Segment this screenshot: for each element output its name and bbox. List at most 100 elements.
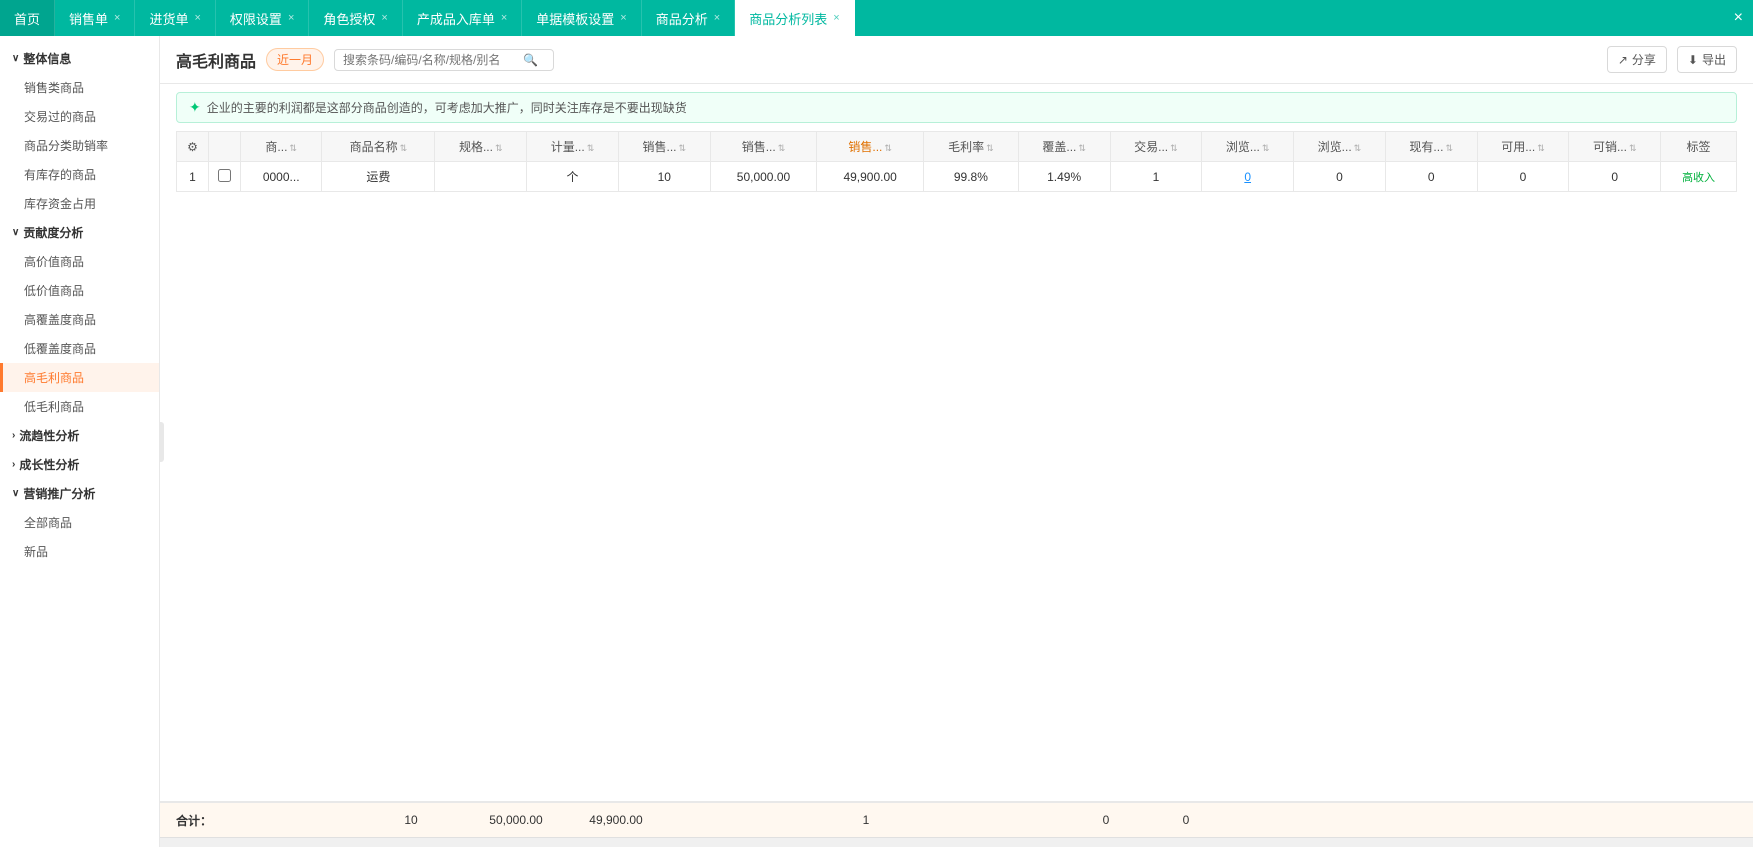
cell-sales-amount: 50,000.00 bbox=[710, 162, 817, 192]
col-spec[interactable]: 规格...⇅ bbox=[435, 132, 527, 162]
info-icon: ✦ bbox=[189, 99, 201, 116]
arrow-growth: › bbox=[12, 459, 15, 470]
col-margin-rate[interactable]: 毛利率⇅ bbox=[923, 132, 1018, 162]
footer-sales-amount: 50,000.00 bbox=[466, 813, 566, 827]
sidebar-item-stock-capital[interactable]: 库存资金占用 bbox=[0, 189, 159, 218]
sidebar-group-overall[interactable]: ∨ 整体信息 bbox=[0, 44, 159, 73]
export-icon: ⬇ bbox=[1688, 53, 1698, 67]
sidebar-item-traded-goods[interactable]: 交易过的商品 bbox=[0, 102, 159, 131]
cell-browse2: 0 bbox=[1294, 162, 1386, 192]
col-unit[interactable]: 计量...⇅ bbox=[527, 132, 619, 162]
nav-product-analysis[interactable]: 商品分析 × bbox=[642, 0, 735, 36]
filter-recent-month[interactable]: 近一月 bbox=[266, 48, 324, 71]
close-all-tabs[interactable]: × bbox=[1734, 9, 1743, 27]
sidebar-item-low-margin[interactable]: 低毛利商品 bbox=[0, 392, 159, 421]
sidebar-group-trend[interactable]: › 流趋性分析 bbox=[0, 421, 159, 450]
col-sales-amount[interactable]: 销售...⇅ bbox=[710, 132, 817, 162]
col-tag: 标签 bbox=[1661, 132, 1737, 162]
sidebar: ∨ 整体信息 销售类商品 交易过的商品 商品分类助销率 有库存的商品 库存资金占… bbox=[0, 36, 160, 847]
sidebar-item-sales-goods[interactable]: 销售类商品 bbox=[0, 73, 159, 102]
cell-sales-cost: 49,900.00 bbox=[817, 162, 924, 192]
close-role[interactable]: × bbox=[381, 12, 387, 24]
bottom-scrollbar[interactable] bbox=[160, 837, 1753, 847]
footer-total: 合计： 10 50,000.00 49,900.00 1 0 0 bbox=[160, 801, 1753, 837]
sidebar-item-low-coverage[interactable]: 低覆盖度商品 bbox=[0, 334, 159, 363]
nav-role[interactable]: 角色授权 × bbox=[309, 0, 402, 36]
close-product-inbound[interactable]: × bbox=[501, 12, 507, 24]
cell-checkbox[interactable] bbox=[209, 162, 241, 192]
footer-available-stock: 0 bbox=[1146, 813, 1226, 827]
sidebar-collapse-btn[interactable]: « bbox=[160, 422, 164, 462]
col-browse1[interactable]: 浏览...⇅ bbox=[1202, 132, 1294, 162]
sidebar-group-marketing[interactable]: ∨ 营销推广分析 bbox=[0, 479, 159, 508]
nav-template-settings[interactable]: 单据模板设置 × bbox=[522, 0, 641, 36]
arrow-overall: ∨ bbox=[12, 53, 19, 64]
sidebar-item-all-goods[interactable]: 全部商品 bbox=[0, 508, 159, 537]
close-sales-order[interactable]: × bbox=[114, 12, 120, 24]
nav-product-analysis-list[interactable]: 商品分析列表 × bbox=[735, 0, 854, 36]
content-header: « 高毛利商品 近一月 🔍 ↗ 分享 ⬇ 导出 bbox=[160, 36, 1753, 84]
nav-sales-order[interactable]: 销售单 × bbox=[55, 0, 135, 36]
sidebar-item-high-value[interactable]: 高价值商品 bbox=[0, 247, 159, 276]
sidebar-item-low-value[interactable]: 低价值商品 bbox=[0, 276, 159, 305]
table-header-row: ⚙ 商...⇅ 商品名称⇅ 规格...⇅ 计量...⇅ 销售...⇅ 销售...… bbox=[177, 132, 1737, 162]
nav-home[interactable]: 首页 bbox=[0, 0, 55, 36]
close-template-settings[interactable]: × bbox=[620, 12, 626, 24]
close-product-analysis[interactable]: × bbox=[714, 12, 720, 24]
arrow-contribution: ∨ bbox=[12, 227, 19, 238]
search-input[interactable] bbox=[343, 53, 523, 67]
cell-spec bbox=[435, 162, 527, 192]
cell-margin-rate: 99.8% bbox=[923, 162, 1018, 192]
footer-sales-cost: 49,900.00 bbox=[566, 813, 666, 827]
data-table: ⚙ 商...⇅ 商品名称⇅ 规格...⇅ 计量...⇅ 销售...⇅ 销售...… bbox=[176, 131, 1737, 192]
search-icon[interactable]: 🔍 bbox=[523, 53, 538, 67]
search-box: 🔍 bbox=[334, 49, 554, 71]
row-checkbox[interactable] bbox=[218, 169, 231, 182]
sidebar-item-high-margin[interactable]: 高毛利商品 bbox=[0, 363, 159, 392]
nav-product-inbound[interactable]: 产成品入库单 × bbox=[403, 0, 522, 36]
export-button[interactable]: ⬇ 导出 bbox=[1677, 46, 1737, 73]
info-banner: ✦ 企业的主要的利润都是这部分商品创造的，可考虑加大推广，同时关注库存是不要出现… bbox=[176, 92, 1737, 123]
nav-purchase-order[interactable]: 进货单 × bbox=[135, 0, 215, 36]
cell-index: 1 bbox=[177, 162, 209, 192]
arrow-marketing: ∨ bbox=[12, 488, 19, 499]
col-browse2[interactable]: 浏览...⇅ bbox=[1294, 132, 1386, 162]
cell-available-stock: 0 bbox=[1477, 162, 1569, 192]
cell-sellable-stock: 0 bbox=[1569, 162, 1661, 192]
col-code[interactable]: 商...⇅ bbox=[241, 132, 322, 162]
col-coverage[interactable]: 覆盖...⇅ bbox=[1018, 132, 1110, 162]
share-button[interactable]: ↗ 分享 bbox=[1607, 46, 1667, 73]
content-area: « 高毛利商品 近一月 🔍 ↗ 分享 ⬇ 导出 ✦ 企业的主要的利润都是这部分商… bbox=[160, 36, 1753, 847]
cell-coverage: 1.49% bbox=[1018, 162, 1110, 192]
close-permission[interactable]: × bbox=[288, 12, 294, 24]
sidebar-group-growth[interactable]: › 成长性分析 bbox=[0, 450, 159, 479]
footer-current-stock: 0 bbox=[1066, 813, 1146, 827]
col-sellable-stock[interactable]: 可销...⇅ bbox=[1569, 132, 1661, 162]
col-settings[interactable]: ⚙ bbox=[177, 132, 209, 162]
col-checkbox bbox=[209, 132, 241, 162]
close-product-analysis-list[interactable]: × bbox=[833, 12, 839, 24]
close-purchase-order[interactable]: × bbox=[194, 12, 200, 24]
col-sales-qty[interactable]: 销售...⇅ bbox=[618, 132, 710, 162]
main-layout: ∨ 整体信息 销售类商品 交易过的商品 商品分类助销率 有库存的商品 库存资金占… bbox=[0, 36, 1753, 847]
top-nav: 首页 销售单 × 进货单 × 权限设置 × 角色授权 × 产成品入库单 × 单据… bbox=[0, 0, 1753, 36]
cell-browse1[interactable]: 0 bbox=[1202, 162, 1294, 192]
footer-transaction: 1 bbox=[826, 813, 906, 827]
col-transaction[interactable]: 交易...⇅ bbox=[1110, 132, 1202, 162]
table-row: 1 0000... 运费 个 10 50,000.00 49,900.00 99… bbox=[177, 162, 1737, 192]
share-icon: ↗ bbox=[1618, 53, 1628, 67]
total-label: 合计： bbox=[176, 812, 356, 829]
col-current-stock[interactable]: 现有...⇅ bbox=[1385, 132, 1477, 162]
page-title: 高毛利商品 bbox=[176, 48, 256, 72]
cell-sales-qty: 10 bbox=[618, 162, 710, 192]
sidebar-item-high-coverage[interactable]: 高覆盖度商品 bbox=[0, 305, 159, 334]
sidebar-item-stocked-goods[interactable]: 有库存的商品 bbox=[0, 160, 159, 189]
col-name[interactable]: 商品名称⇅ bbox=[322, 132, 435, 162]
nav-permission[interactable]: 权限设置 × bbox=[216, 0, 309, 36]
table-container: ⚙ 商...⇅ 商品名称⇅ 规格...⇅ 计量...⇅ 销售...⇅ 销售...… bbox=[160, 131, 1753, 801]
col-available-stock[interactable]: 可用...⇅ bbox=[1477, 132, 1569, 162]
sidebar-group-contribution[interactable]: ∨ 贡献度分析 bbox=[0, 218, 159, 247]
sidebar-item-new-goods[interactable]: 新品 bbox=[0, 537, 159, 566]
col-sales-cost[interactable]: 销售...⇅ bbox=[817, 132, 924, 162]
sidebar-item-category-rate[interactable]: 商品分类助销率 bbox=[0, 131, 159, 160]
